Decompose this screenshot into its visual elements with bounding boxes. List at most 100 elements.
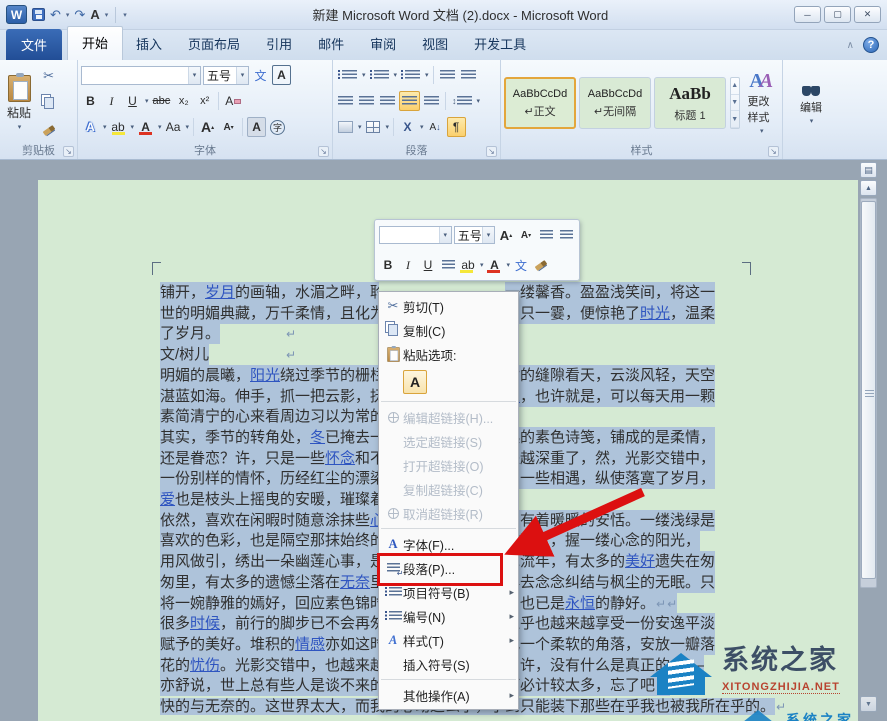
highlight-color-button[interactable]: ab — [109, 117, 128, 137]
scroll-up-button[interactable]: ▲ — [860, 180, 877, 196]
paragraph-dialog-launcher[interactable]: ↘ — [486, 146, 497, 157]
menu-item-粘贴选项:[interactable]: 粘贴选项: — [379, 342, 518, 366]
menu-item-剪切[interactable]: ✂ 剪切(T) — [379, 294, 518, 318]
hyperlink-text[interactable]: 时光 — [640, 305, 670, 322]
menu-item-插入符号[interactable]: 插入符号(S) — [379, 652, 518, 676]
style-chip-标题 1[interactable]: AaBb 标题 1 — [654, 77, 726, 129]
distribute-button[interactable] — [422, 91, 441, 111]
shading-button[interactable] — [336, 117, 355, 137]
hyperlink-text[interactable]: 冬 — [310, 429, 325, 446]
style-chip-无间隔[interactable]: AaBbCcDd ↵无间隔 — [579, 77, 651, 129]
tab-审阅[interactable]: 审阅 — [357, 28, 409, 60]
change-case-dropdown-icon[interactable]: ▾ — [186, 123, 190, 131]
style-pen-icon[interactable]: A — [90, 8, 99, 21]
style-pen-dropdown-icon[interactable]: ▾ — [105, 11, 109, 19]
tab-开始[interactable]: 开始 — [67, 26, 124, 60]
font-color-dropdown-icon[interactable]: ▾ — [158, 123, 162, 131]
ribbon-collapse-icon[interactable]: ∧ — [847, 40, 854, 51]
tab-页面布局[interactable]: 页面布局 — [175, 28, 253, 60]
styles-scroll-up-icon[interactable]: ▲ — [731, 78, 739, 95]
menu-item-编辑超链接[interactable]: 编辑超链接(H)... — [379, 405, 518, 429]
editing-dropdown-icon[interactable]: ▾ — [810, 117, 814, 125]
asian-layout-button[interactable]: X — [398, 117, 417, 137]
scroll-down-button[interactable]: ▼ — [860, 696, 877, 712]
minimize-button[interactable]: ─ — [794, 6, 821, 23]
multilevel-list-button[interactable] — [399, 65, 422, 85]
text-effects-button[interactable]: A — [81, 117, 100, 137]
tab-邮件[interactable]: 邮件 — [305, 28, 357, 60]
menu-item-段落[interactable]: 段落(P)... — [377, 553, 518, 586]
undo-dropdown-icon[interactable]: ▾ — [66, 11, 70, 19]
mini-grow-font-button[interactable]: A ▴ — [497, 226, 515, 245]
undo-icon[interactable]: ↶ — [50, 8, 61, 21]
styles-gallery-more-icon[interactable]: ▼ — [731, 111, 739, 129]
highlight-dropdown-icon[interactable]: ▾ — [131, 123, 135, 131]
asian-layout-dropdown-icon[interactable]: ▾ — [420, 123, 424, 131]
menu-item-项目符号[interactable]: 项目符号(B) ▸ — [379, 580, 518, 604]
grow-font-button[interactable]: A ▴ — [198, 117, 217, 137]
menu-item-复制[interactable]: 复制(C) — [379, 318, 518, 342]
font-size-combo[interactable]: 五号 ▾ — [203, 65, 249, 85]
menu-item-编号[interactable]: 编号(N) ▸ — [379, 604, 518, 628]
change-styles-button[interactable]: AA 更改样式 ▾ — [744, 69, 780, 137]
menu-item-复制超链接[interactable]: 复制超链接(C) — [379, 477, 518, 501]
tab-file[interactable]: 文件 — [6, 29, 63, 60]
enclose-characters-button[interactable]: 字 — [268, 117, 287, 137]
bold-button[interactable]: B — [81, 91, 100, 111]
font-name-dropdown-icon[interactable]: ▾ — [188, 66, 200, 84]
borders-button[interactable] — [364, 117, 383, 137]
underline-button[interactable]: U — [123, 91, 142, 111]
styles-scroll-down-icon[interactable]: ▼ — [731, 95, 739, 112]
ruler-toggle-button[interactable]: ▤ — [860, 162, 877, 178]
character-shading-button[interactable]: A — [247, 117, 267, 137]
bullets-button[interactable] — [336, 65, 359, 85]
styles-gallery-scroll[interactable]: ▲ ▼ ▼ — [730, 77, 740, 129]
change-case-button[interactable]: Aa — [164, 117, 183, 137]
scrollbar-thumb[interactable] — [861, 201, 876, 579]
hyperlink-text[interactable]: 无奈 — [340, 574, 370, 591]
align-center-button[interactable] — [357, 91, 376, 111]
mini-center-button[interactable] — [439, 256, 457, 275]
maximize-button[interactable]: ▢ — [824, 6, 851, 23]
hyperlink-text[interactable]: 阳光 — [250, 367, 280, 384]
word-logo-icon[interactable]: W — [6, 5, 27, 24]
mini-shrink-font-button[interactable]: A ▾ — [517, 226, 535, 245]
mini-font-color-dropdown-icon[interactable]: ▾ — [507, 261, 511, 269]
mini-highlight-dropdown-icon[interactable]: ▾ — [480, 261, 484, 269]
underline-dropdown-icon[interactable]: ▾ — [145, 97, 149, 105]
mini-format-painter-button[interactable] — [532, 256, 550, 275]
borders-dropdown-icon[interactable]: ▾ — [386, 123, 390, 131]
line-spacing-dropdown-icon[interactable]: ▾ — [477, 97, 481, 105]
format-painter-button[interactable] — [39, 120, 58, 140]
font-color-button[interactable]: A — [136, 117, 155, 137]
decrease-indent-button[interactable] — [438, 65, 457, 85]
scrollbar-track[interactable] — [860, 198, 877, 588]
mini-font-color-button[interactable]: A — [486, 256, 504, 275]
hyperlink-text[interactable]: 情感 — [295, 636, 325, 653]
mini-increase-indent-button[interactable] — [557, 226, 575, 245]
show-hide-marks-button[interactable]: ¶ — [446, 117, 466, 137]
tab-引用[interactable]: 引用 — [253, 28, 305, 60]
hyperlink-text[interactable]: 忧伤 — [190, 657, 220, 674]
menu-item-打开超链接[interactable]: 打开超链接(O) — [379, 453, 518, 477]
sort-button[interactable]: A ↓ — [426, 117, 445, 137]
mini-font-name-dropdown-icon[interactable]: ▾ — [438, 227, 451, 243]
shrink-font-button[interactable]: A ▾ — [219, 117, 238, 137]
close-button[interactable]: ✕ — [854, 6, 881, 23]
mini-underline-button[interactable]: U — [419, 256, 437, 275]
numbering-dropdown-icon[interactable]: ▾ — [394, 71, 398, 79]
shading-dropdown-icon[interactable]: ▾ — [358, 123, 362, 131]
mini-decrease-indent-button[interactable] — [537, 226, 555, 245]
clipboard-dialog-launcher[interactable]: ↘ — [63, 146, 74, 157]
paste-dropdown-icon[interactable]: ▾ — [18, 123, 22, 131]
mini-bold-button[interactable]: B — [379, 256, 397, 275]
multilevel-dropdown-icon[interactable]: ▾ — [425, 71, 429, 79]
tab-插入[interactable]: 插入 — [123, 28, 175, 60]
hyperlink-text[interactable]: 永恒 — [565, 595, 595, 612]
clear-formatting-button[interactable]: A — [223, 91, 243, 111]
hyperlink-text[interactable]: 爱 — [160, 491, 175, 508]
superscript-button[interactable]: x² — [195, 91, 214, 111]
help-icon[interactable]: ? — [863, 37, 879, 53]
paste-option-keep-text-button[interactable]: A — [403, 370, 427, 394]
numbering-button[interactable] — [368, 65, 391, 85]
